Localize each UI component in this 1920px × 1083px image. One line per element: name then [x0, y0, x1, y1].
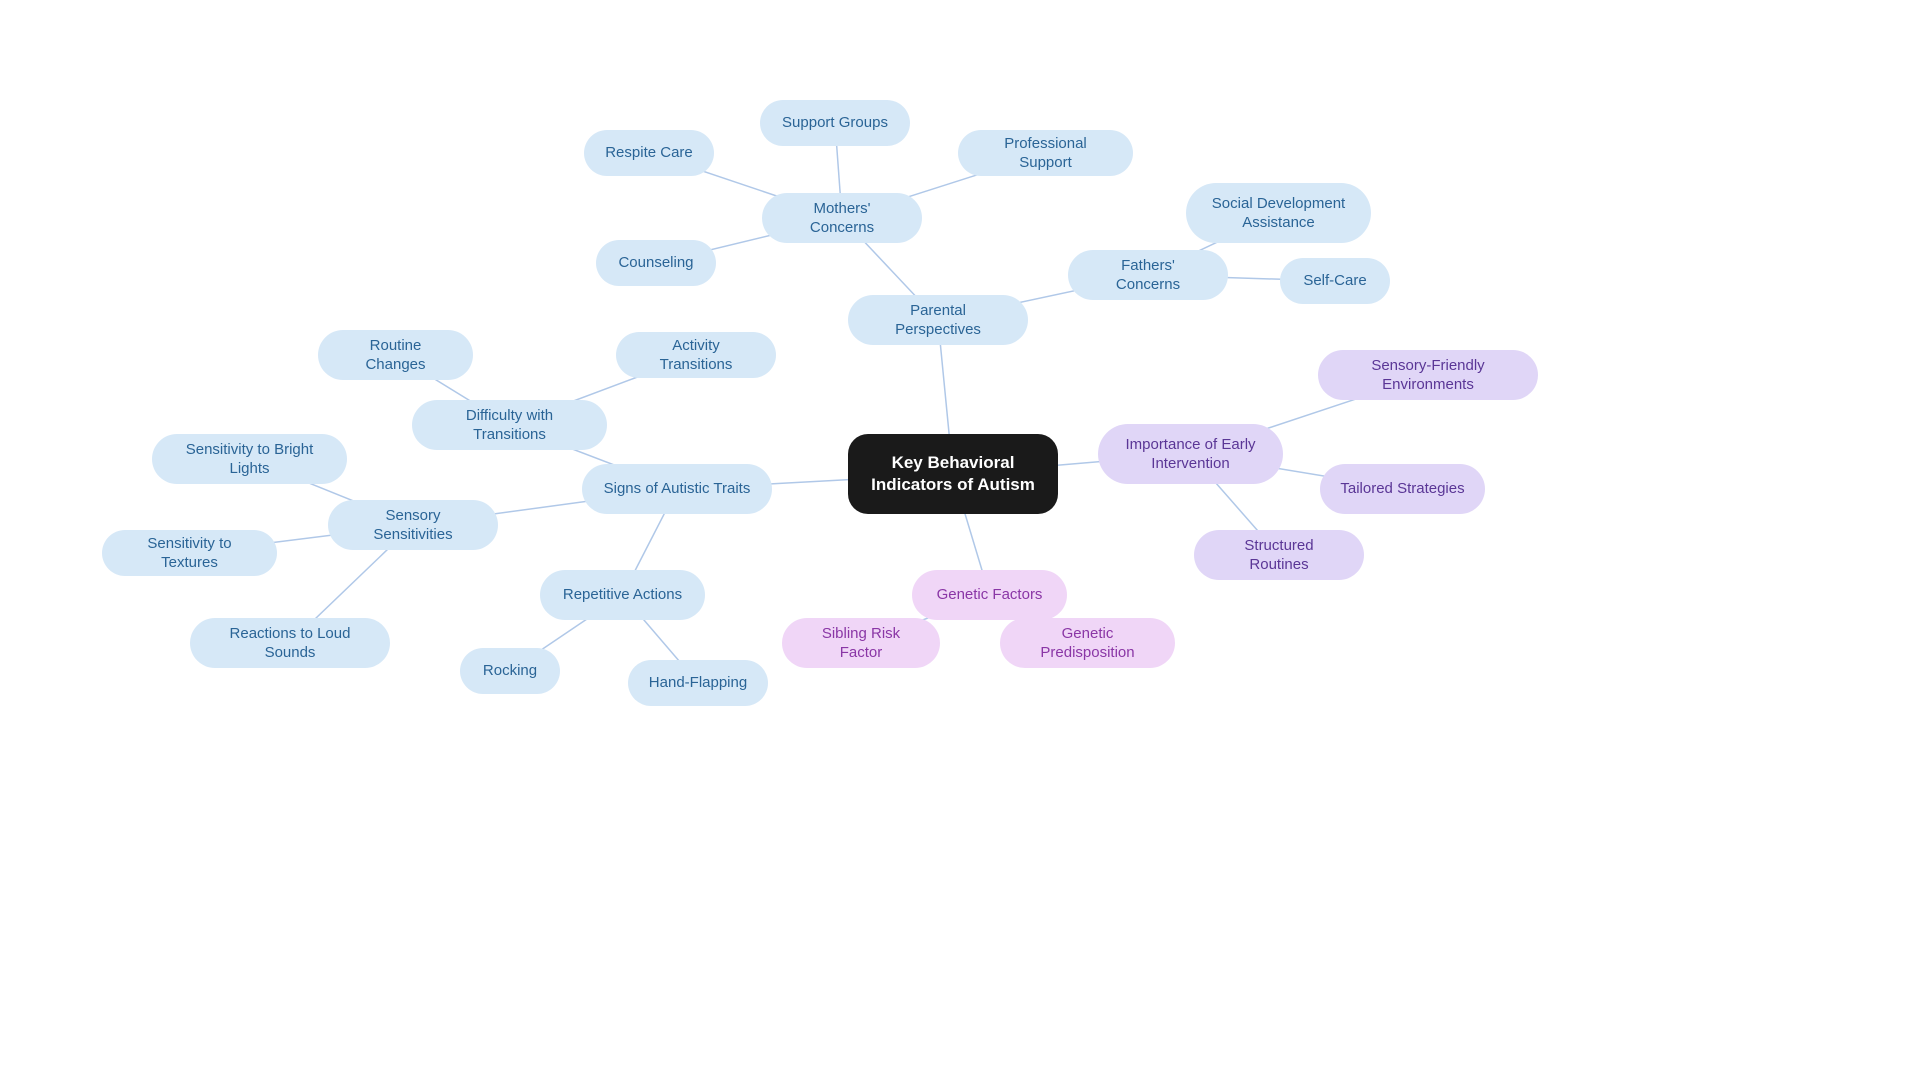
social-dev-assistance-node[interactable]: Social Development Assistance [1186, 183, 1371, 243]
genetic-factors-node[interactable]: Genetic Factors [912, 570, 1067, 620]
sensitivity-bright-lights-node[interactable]: Sensitivity to Bright Lights [152, 434, 347, 484]
sensitivity-textures-node[interactable]: Sensitivity to Textures [102, 530, 277, 576]
routine-changes-node[interactable]: Routine Changes [318, 330, 473, 380]
sibling-risk-factor-node[interactable]: Sibling Risk Factor [782, 618, 940, 668]
structured-routines-node[interactable]: Structured Routines [1194, 530, 1364, 580]
sensory-friendly-environments-node[interactable]: Sensory-Friendly Environments [1318, 350, 1538, 400]
respite-care-node[interactable]: Respite Care [584, 130, 714, 176]
repetitive-actions-node[interactable]: Repetitive Actions [540, 570, 705, 620]
rocking-node[interactable]: Rocking [460, 648, 560, 694]
sensory-sensitivities-node[interactable]: Sensory Sensitivities [328, 500, 498, 550]
activity-transitions-node[interactable]: Activity Transitions [616, 332, 776, 378]
difficulty-transitions-node[interactable]: Difficulty with Transitions [412, 400, 607, 450]
hand-flapping-node[interactable]: Hand-Flapping [628, 660, 768, 706]
genetic-predisposition-node[interactable]: Genetic Predisposition [1000, 618, 1175, 668]
mothers-concerns-node[interactable]: Mothers' Concerns [762, 193, 922, 243]
mindmap-container: Key Behavioral Indicators of Autism Paren… [0, 0, 1920, 1083]
fathers-concerns-node[interactable]: Fathers' Concerns [1068, 250, 1228, 300]
reactions-loud-sounds-node[interactable]: Reactions to Loud Sounds [190, 618, 390, 668]
center-node[interactable]: Key Behavioral Indicators of Autism [848, 434, 1058, 514]
professional-support-node[interactable]: Professional Support [958, 130, 1133, 176]
self-care-node[interactable]: Self-Care [1280, 258, 1390, 304]
tailored-strategies-node[interactable]: Tailored Strategies [1320, 464, 1485, 514]
counseling-node[interactable]: Counseling [596, 240, 716, 286]
support-groups-node[interactable]: Support Groups [760, 100, 910, 146]
parental-perspectives-node[interactable]: Parental Perspectives [848, 295, 1028, 345]
signs-autistic-traits-node[interactable]: Signs of Autistic Traits [582, 464, 772, 514]
importance-early-intervention-node[interactable]: Importance of Early Intervention [1098, 424, 1283, 484]
